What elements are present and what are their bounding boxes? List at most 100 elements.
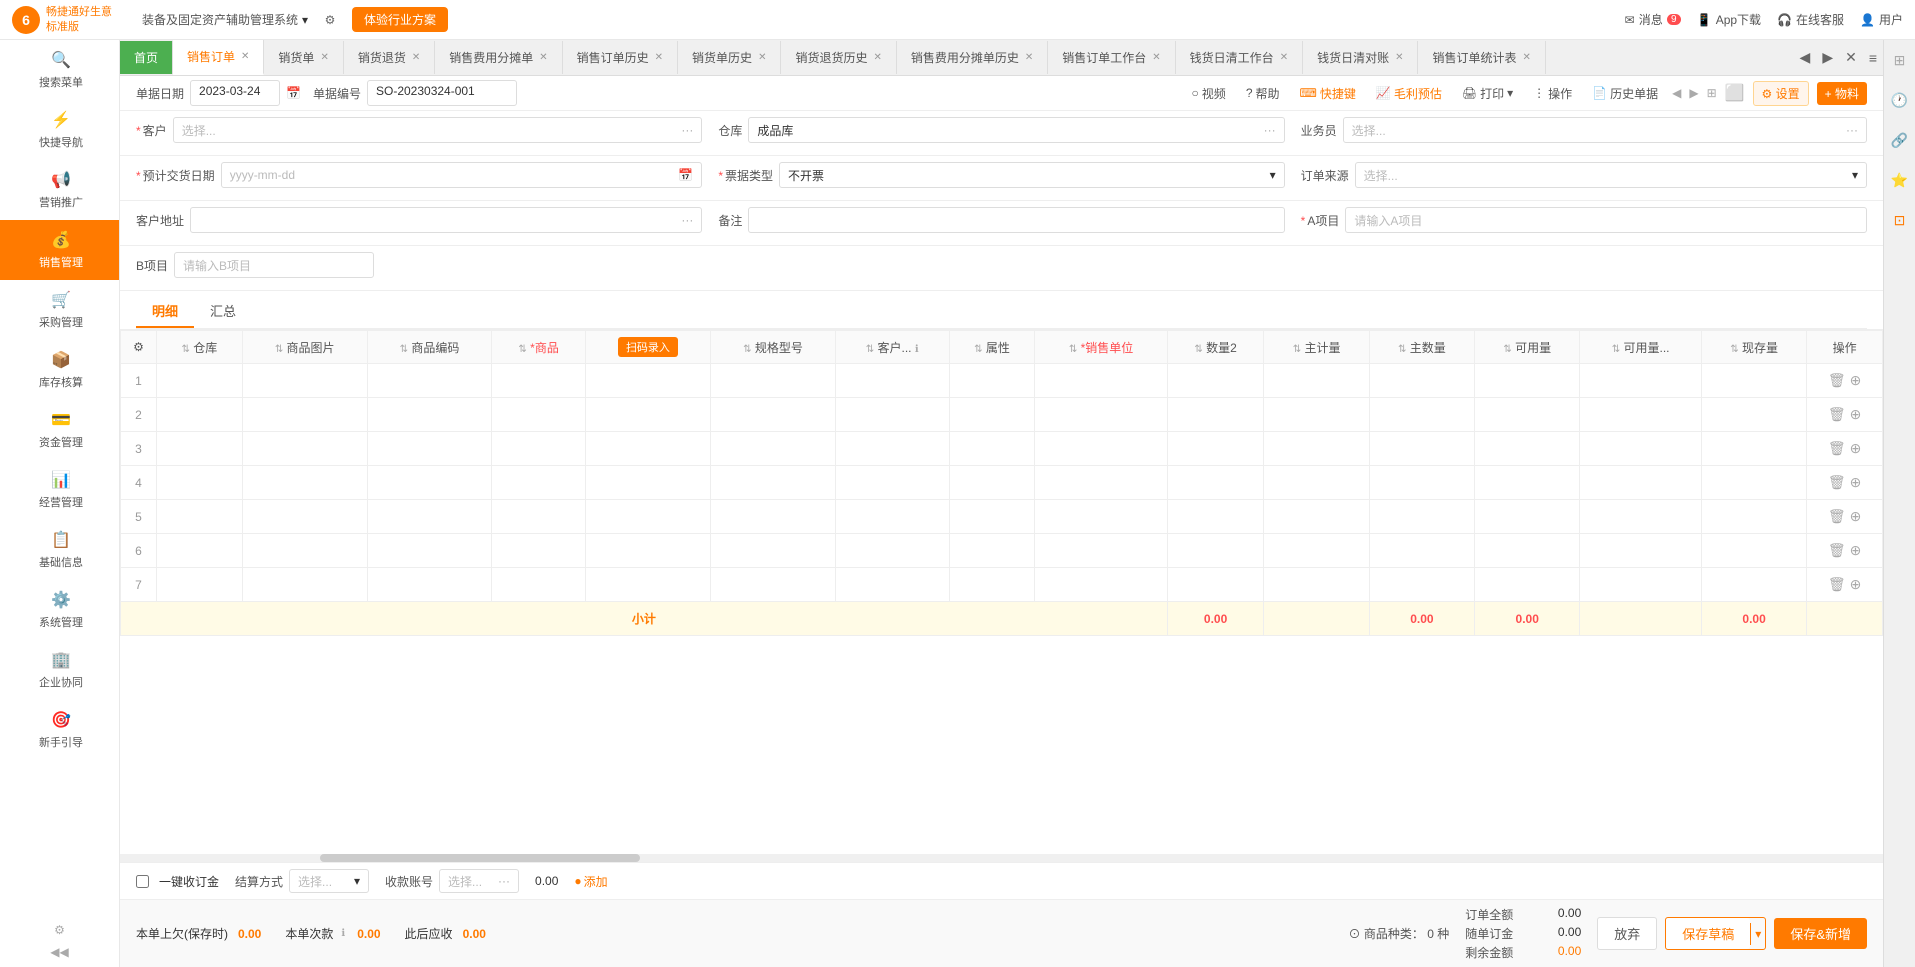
copy-icon[interactable]: ⊕ [1850,406,1862,423]
warehouse-dots-icon[interactable]: ··· [1264,123,1276,137]
history-btn[interactable]: 📄 历史单据 [1586,83,1664,104]
close-icon[interactable]: ✕ [873,52,881,63]
sidebar-item-marketing[interactable]: 📢 营销推广 [0,160,119,220]
copy-icon[interactable]: ⊕ [1850,474,1862,491]
order-source-select[interactable]: 选择... ▾ [1355,162,1867,188]
save-draft-button[interactable]: 保存草稿 [1666,918,1750,949]
delete-icon[interactable]: 🗑 [1828,440,1846,457]
sidebar-item-basic[interactable]: 📋 基础信息 [0,520,119,580]
tab-daily-workbench[interactable]: 钱货日清工作台 ✕ [1176,41,1303,74]
tab-home[interactable]: 首页 [120,41,173,74]
sidebar-item-sales[interactable]: 💰 销售管理 [0,220,119,280]
tab-sales-goods[interactable]: 销货单 ✕ [264,41,343,74]
salesperson-dots-icon[interactable]: ··· [1846,123,1858,137]
save-new-button[interactable]: 保存&新增 [1774,918,1867,949]
tab-expense[interactable]: 销售费用分摊单 ✕ [435,41,562,74]
customer-addr-input[interactable]: ··· [190,207,702,233]
close-icon[interactable]: ✕ [539,52,547,63]
b-project-input[interactable]: 请输入B项目 [174,252,374,278]
message-button[interactable]: ✉ 消息 9 [1625,11,1681,28]
row-1-product-img[interactable] [242,364,367,398]
sidebar-settings-icon[interactable]: ⚙ [54,923,65,937]
table-area[interactable]: ⚙ ⇅ 仓库 ⇅ 商品图片 ⇅ 商品编码 [120,330,1883,854]
view-btn[interactable]: ○ 视频 [1186,83,1232,104]
row-1-warehouse[interactable] [157,364,243,398]
copy-icon[interactable]: ⊕ [1850,576,1862,593]
sidebar-item-quick[interactable]: ⚡ 快捷导航 [0,100,119,160]
tab-order-stats[interactable]: 销售订单统计表 ✕ [1418,41,1545,74]
app-download-button[interactable]: 📱 App下载 [1697,11,1761,28]
row-1-main-unit[interactable] [1264,364,1369,398]
close-icon[interactable]: ✕ [1395,52,1403,63]
one-click-checkbox[interactable] [136,875,149,888]
calendar-small-icon[interactable]: 📅 [678,168,693,182]
a-project-input[interactable]: 请输入A项目 [1345,207,1867,233]
close-icon[interactable]: ✕ [412,52,420,63]
close-icon[interactable]: ✕ [1025,52,1033,63]
tab-daily-reconcile[interactable]: 钱货日清对账 ✕ [1303,41,1418,74]
sidebar-item-purchase[interactable]: 🛒 采购管理 [0,280,119,340]
delete-icon[interactable]: 🗑 [1828,372,1846,389]
discard-button[interactable]: 放弃 [1597,917,1657,950]
receipt-dots-icon[interactable]: ··· [498,874,510,888]
close-icon[interactable]: ✕ [1523,52,1531,63]
row-1-product[interactable] [492,364,585,398]
add-material-button[interactable]: + 物料 [1817,82,1867,105]
close-icon[interactable]: ✕ [241,51,249,62]
sidebar-item-finance[interactable]: 💳 资金管理 [0,400,119,460]
next-record-icon[interactable]: ▶ [1689,86,1698,100]
right-panel-icon-3[interactable]: 🔗 [1888,128,1912,152]
row-1-available2[interactable] [1580,364,1702,398]
trial-button[interactable]: 体验行业方案 [352,7,448,32]
sidebar-item-inventory[interactable]: 📦 库存核算 [0,340,119,400]
horizontal-scrollbar[interactable] [120,854,1883,862]
copy-icon[interactable]: ⊕ [1850,372,1862,389]
addr-dots-icon[interactable]: ··· [681,213,693,227]
sidebar-collapse-icon[interactable]: ◀◀ [50,945,68,959]
close-icon[interactable]: ✕ [655,52,663,63]
row-1-product-code[interactable] [367,364,492,398]
right-panel-icon-5[interactable]: ⊡ [1888,208,1912,232]
sidebar-item-search[interactable]: 🔍 搜索菜单 [0,40,119,100]
sidebar-item-enterprise[interactable]: 🏢 企业协同 [0,640,119,700]
tab-expense-history[interactable]: 销售费用分摊单历史 ✕ [897,41,1048,74]
row-1-customer-code[interactable] [835,364,949,398]
tab-order-workbench[interactable]: 销售订单工作台 ✕ [1048,41,1175,74]
row-1-sales-unit[interactable] [1035,364,1167,398]
tab-goods-history[interactable]: 销货单历史 ✕ [678,41,781,74]
shortcuts-btn[interactable]: ⌨ 快捷键 [1294,83,1362,104]
close-icon[interactable]: ✕ [320,52,328,63]
copy-icon[interactable]: ⊕ [1850,508,1862,525]
col-settings[interactable]: ⚙ [121,331,157,364]
sidebar-item-operations[interactable]: 📊 经营管理 [0,460,119,520]
add-link[interactable]: ● 添加 [574,873,607,890]
date-input[interactable]: 2023-03-24 [190,80,280,106]
tab-menu-icon[interactable]: ≡ [1863,46,1883,70]
row-1-available[interactable] [1475,364,1580,398]
online-service-button[interactable]: 🎧 在线客服 [1777,11,1844,28]
delete-icon[interactable]: 🗑 [1828,542,1846,559]
right-panel-icon-4[interactable]: ⭐ [1888,168,1912,192]
fullscreen-icon[interactable]: ⬜ [1725,83,1745,103]
prev-record-icon[interactable]: ◀ [1672,86,1681,100]
sidebar-item-newbie[interactable]: 🎯 新手引导 [0,700,119,760]
row-1-spec[interactable] [711,364,836,398]
delete-icon[interactable]: 🗑 [1828,474,1846,491]
salesperson-input[interactable]: 选择... ··· [1343,117,1867,143]
copy-icon[interactable]: ⊕ [1850,542,1862,559]
delete-icon[interactable]: 🗑 [1828,508,1846,525]
delivery-input[interactable]: yyyy-mm-dd 📅 [221,162,703,188]
payment-method-select[interactable]: 选择... ▾ [289,869,369,893]
operations-btn[interactable]: ⋮ 操作 [1527,83,1578,104]
calendar-icon[interactable]: 📅 [286,86,301,100]
customer-input[interactable]: 选择... ··· [173,117,703,143]
tab-prev-icon[interactable]: ◀ [1794,45,1817,70]
tab-return[interactable]: 销货退货 ✕ [344,41,435,74]
right-panel-icon-2[interactable]: 🕐 [1888,88,1912,112]
print-btn[interactable]: 🖨 打印▾ [1456,83,1519,104]
settings-button[interactable]: ⚙ 设置 [1753,81,1809,106]
scan-button[interactable]: 扫码录入 [618,337,678,357]
tab-close-all-icon[interactable]: ✕ [1839,45,1863,70]
row-1-current[interactable] [1701,364,1806,398]
tab-sales-order[interactable]: 销售订单 ✕ [173,40,264,75]
